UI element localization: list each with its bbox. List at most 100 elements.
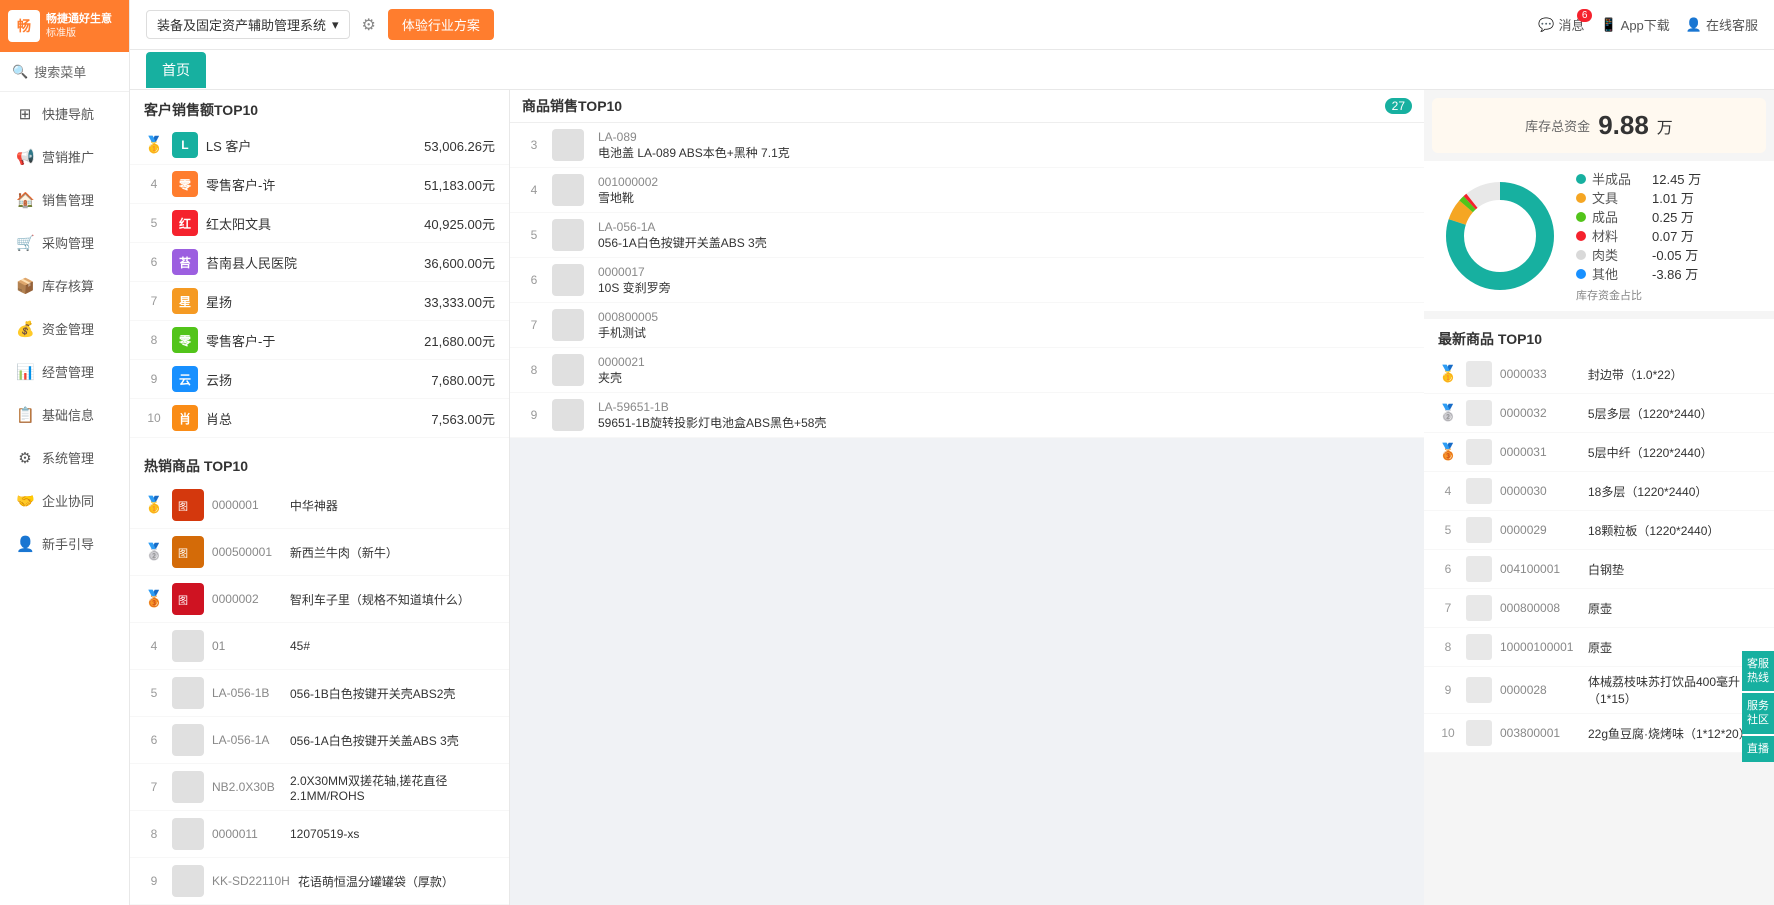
product-name-6: 056-1A白色按键开关盖ABS 3壳 xyxy=(290,732,495,749)
np-name-8: 原壶 xyxy=(1588,639,1760,656)
sidebar-item-quick-nav[interactable]: ⊞ 快捷导航 xyxy=(0,92,129,135)
product-name-3: 智利车子里（规格不知道填什么） xyxy=(290,591,495,608)
mid-products-list: 3 LA-089 电池盖 LA-089 ABS本色+黑种 7.1克 4 0010… xyxy=(510,123,1424,438)
nav-icon-marketing: 📢 xyxy=(16,148,34,166)
product-name-2: 新西兰牛肉（新牛） xyxy=(290,544,495,561)
legend-item-other: 其他 -3.86 万 xyxy=(1576,264,1701,283)
mid-product-item: 7 000800005 手机测试 xyxy=(510,303,1424,348)
rank-name-6: 零售客户-于 xyxy=(206,331,416,350)
rank-item: 4 零 零售客户-许 51,183.00元 xyxy=(130,165,509,204)
nav-icon-basic: 📋 xyxy=(16,406,34,424)
rank-name-3: 红太阳文具 xyxy=(206,214,416,233)
product-code-8: 0000011 xyxy=(212,827,282,841)
rank-amount-6: 21,680.00元 xyxy=(424,331,495,350)
product-name-5: 056-1B白色按键开关壳ABS2壳 xyxy=(290,685,495,702)
rank-amount-4: 36,600.00元 xyxy=(424,253,495,272)
new-products-list: 🥇 0000033 封边带（1.0*22） 🥈 0000032 5层多层（122… xyxy=(1424,355,1774,753)
np-code-2: 0000032 xyxy=(1500,406,1580,420)
mid-thumb xyxy=(552,354,584,386)
medal-p2: 🥈 xyxy=(144,542,164,562)
avatar-1: L xyxy=(172,132,198,158)
product-code-4: 01 xyxy=(212,639,282,653)
customer-ranking-header: 客户销售额TOP10 xyxy=(130,90,509,126)
sidebar-item-cooperation[interactable]: 🤝 企业协同 xyxy=(0,479,129,522)
product-code-6: LA-056-1A xyxy=(212,733,282,747)
product-name-1: 中华神器 xyxy=(290,497,495,514)
avatar-6: 零 xyxy=(172,327,198,353)
svg-text:图: 图 xyxy=(178,595,188,607)
np-code-5: 0000029 xyxy=(1500,523,1580,537)
system-select[interactable]: 装备及固定资产辅助管理系统 ▾ xyxy=(146,10,350,39)
nav-icon-operation: 📊 xyxy=(16,363,34,381)
top-bar-right: 💬 消息 6 📱 App下载 👤 在线客服 xyxy=(1538,15,1758,34)
product-thumb-5 xyxy=(172,677,204,709)
np-code-6: 004100001 xyxy=(1500,562,1580,576)
nav-icon-system: ⚙ xyxy=(16,449,34,467)
float-service-live[interactable]: 直播 xyxy=(1742,736,1774,762)
float-service-hotline[interactable]: 客服热线 xyxy=(1742,651,1774,692)
sidebar-search[interactable]: 🔍 搜索菜单 xyxy=(0,52,129,92)
nav-icon-finance: 💰 xyxy=(16,320,34,338)
svg-text:图: 图 xyxy=(178,548,188,560)
np-name-9: 体械荔枝味苏打饮品400毫升（1*15） xyxy=(1588,673,1760,707)
np-img-7 xyxy=(1466,595,1492,621)
mid-thumb xyxy=(552,129,584,161)
product-thumb-1: 图 xyxy=(172,489,204,521)
product-item: 8 0000011 12070519-xs xyxy=(130,811,509,858)
sidebar-item-purchase[interactable]: 🛒 采购管理 xyxy=(0,221,129,264)
chevron-down-icon: ▾ xyxy=(332,17,339,33)
product-item: 5 LA-056-1B 056-1B白色按键开关壳ABS2壳 xyxy=(130,670,509,717)
rank-name-7: 云扬 xyxy=(206,370,423,389)
trial-button[interactable]: 体验行业方案 xyxy=(388,9,494,40)
sidebar-item-system[interactable]: ⚙ 系统管理 xyxy=(0,436,129,479)
sidebar-item-finance[interactable]: 💰 资金管理 xyxy=(0,307,129,350)
nav-icon-quick: ⊞ xyxy=(16,105,34,123)
message-badge[interactable]: 💬 消息 6 xyxy=(1538,15,1584,34)
rank-amount-8: 7,563.00元 xyxy=(431,409,495,428)
sidebar-item-sales[interactable]: 🏠 销售管理 xyxy=(0,178,129,221)
legend-item-semifinished: 半成品 12.45 万 xyxy=(1576,169,1701,188)
gear-button[interactable]: ⚙ xyxy=(362,15,376,35)
sidebar-item-inventory[interactable]: 📦 库存核算 xyxy=(0,264,129,307)
content-panels: 客户销售额TOP10 🥇 L LS 客户 53,006.26元 4 零 零售客户… xyxy=(130,90,1774,905)
new-product-item: 8 10000100001 原壶 xyxy=(1424,628,1774,667)
np-img-2 xyxy=(1466,400,1492,426)
rank-name-8: 肖总 xyxy=(206,409,423,428)
product-item: 🥇 图 0000001 中华神器 xyxy=(130,482,509,529)
avatar-5: 星 xyxy=(172,288,198,314)
product-item: 🥉 图 0000002 智利车子里（规格不知道填什么） xyxy=(130,576,509,623)
np-code-8: 10000100001 xyxy=(1500,640,1580,654)
home-tab[interactable]: 首页 xyxy=(146,52,206,88)
rank-amount-1: 53,006.26元 xyxy=(424,136,495,155)
sidebar-item-basic-info[interactable]: 📋 基础信息 xyxy=(0,393,129,436)
product-code-5: LA-056-1B xyxy=(212,686,282,700)
product-name-9: 花语萌恒温分罐罐袋（厚款） xyxy=(298,873,495,890)
app-download[interactable]: 📱 App下载 xyxy=(1600,15,1669,34)
rank-name-2: 零售客户-许 xyxy=(206,175,416,194)
product-thumb-6 xyxy=(172,724,204,756)
mid-product-item: 8 0000021 夹壳 xyxy=(510,348,1424,393)
np-img-3 xyxy=(1466,439,1492,465)
medal-1: 🥇 xyxy=(144,135,164,155)
sidebar-item-marketing[interactable]: 📢 营销推广 xyxy=(0,135,129,178)
right-panel: 库存总资金 9.88 万 xyxy=(1424,90,1774,905)
medal-p1: 🥇 xyxy=(144,495,164,515)
product-item: 4 01 45# xyxy=(130,623,509,670)
online-service[interactable]: 👤 在线客服 xyxy=(1686,15,1758,34)
float-service-community[interactable]: 服务社区 xyxy=(1742,693,1774,734)
inventory-total-value: 9.88 xyxy=(1598,110,1649,141)
inventory-donut-chart xyxy=(1440,176,1560,296)
new-product-item: 10 003800001 22g鱼豆腐·烧烤味（1*12*20） xyxy=(1424,714,1774,753)
np-code-4: 0000030 xyxy=(1500,484,1580,498)
app-icon: 📱 xyxy=(1600,17,1616,33)
middle-panel: 商品销售TOP10 27 3 LA-089 电池盖 LA-089 ABS本色+黑… xyxy=(510,90,1424,905)
medal-np3: 🥉 xyxy=(1438,442,1458,462)
rank-amount-3: 40,925.00元 xyxy=(424,214,495,233)
new-product-item: 9 0000028 体械荔枝味苏打饮品400毫升（1*15） xyxy=(1424,667,1774,714)
sidebar-item-operation[interactable]: 📊 经营管理 xyxy=(0,350,129,393)
main-area: 装备及固定资产辅助管理系统 ▾ ⚙ 体验行业方案 💬 消息 6 📱 App下载 … xyxy=(130,0,1774,905)
sidebar-item-guide[interactable]: 👤 新手引导 xyxy=(0,522,129,565)
new-product-item: 4 0000030 18多层（1220*2440） xyxy=(1424,472,1774,511)
medal-np1: 🥇 xyxy=(1438,364,1458,384)
mid-products-title: 商品销售TOP10 xyxy=(522,96,622,116)
